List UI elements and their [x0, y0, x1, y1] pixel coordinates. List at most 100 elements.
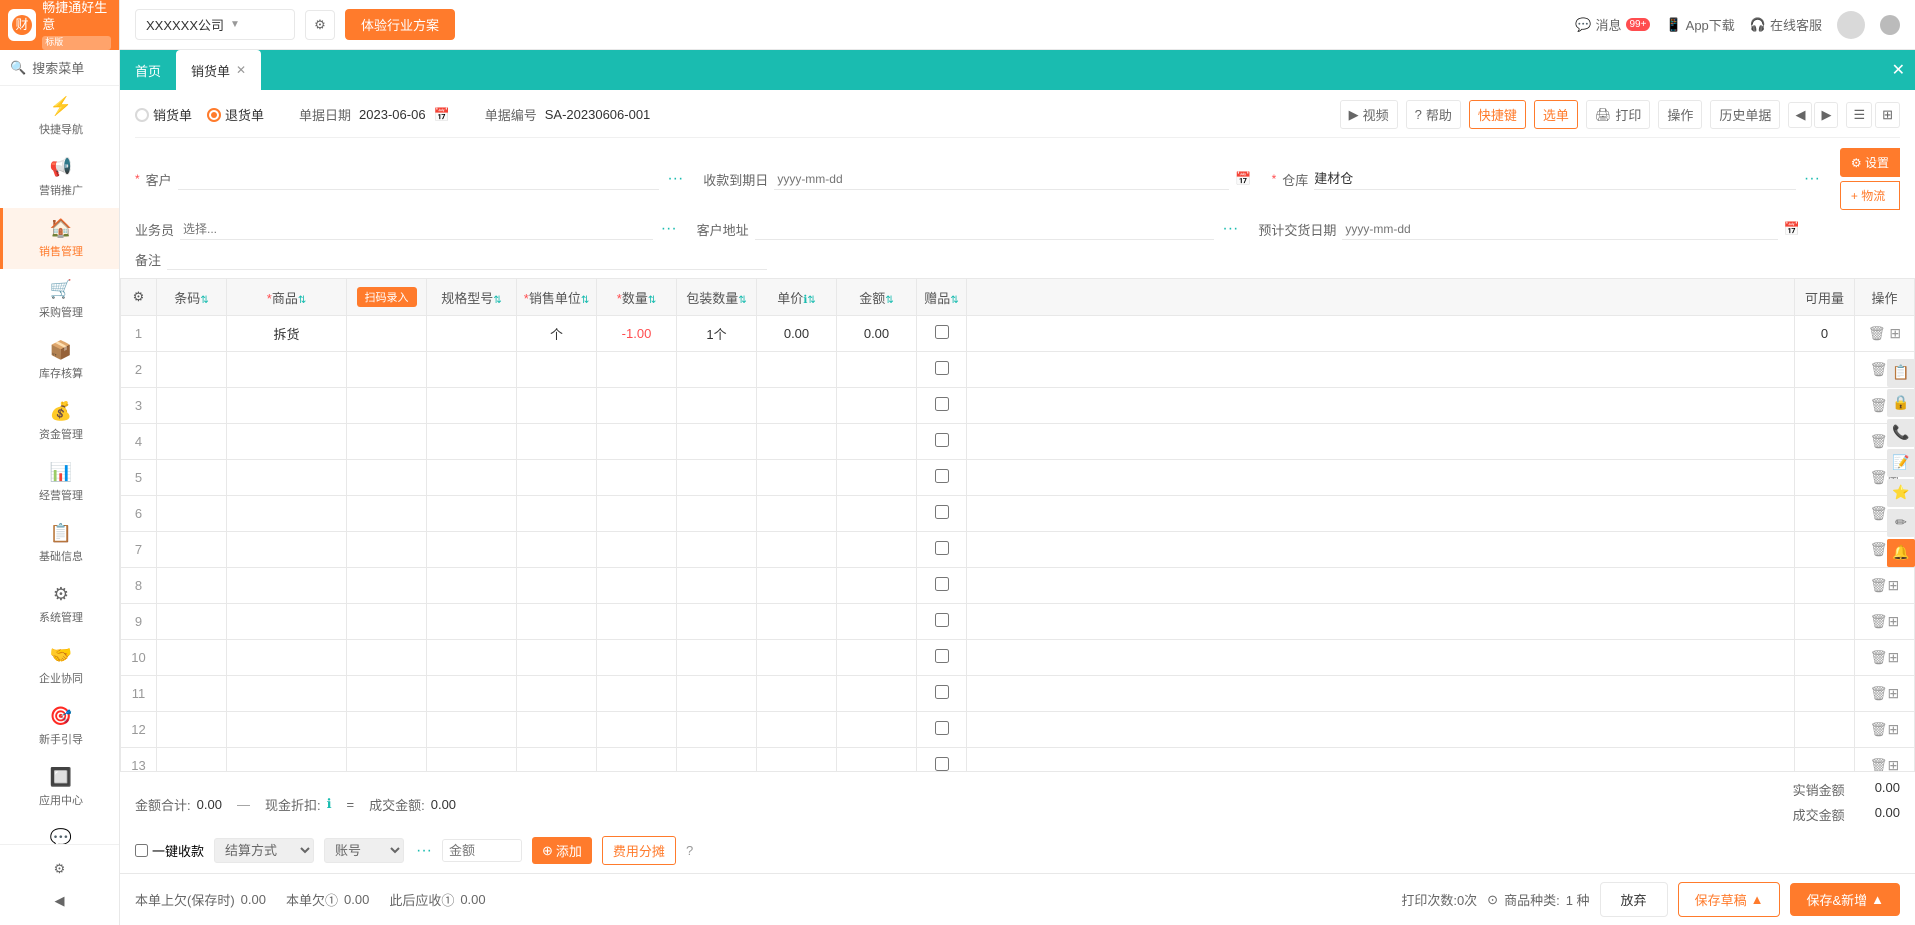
customer-select-icon[interactable]: ··· — [667, 170, 683, 188]
row-1-copy-btn[interactable]: ⊞ — [1889, 325, 1901, 341]
next-record-btn[interactable]: ▶ — [1814, 102, 1838, 128]
rfloat-star-btn[interactable]: ⭐ — [1887, 479, 1915, 507]
sidebar-item-marketing[interactable]: 📢 营销推广 — [0, 147, 119, 208]
sidebar-item-shortcuts[interactable]: ⚡ 快捷导航 — [0, 86, 119, 147]
user-avatar-2[interactable] — [1880, 15, 1900, 35]
scan-input-btn[interactable]: 扫码录入 — [357, 287, 417, 307]
account-select[interactable]: 账号 — [324, 838, 404, 863]
rfloat-lock-btn[interactable]: 🔒 — [1887, 389, 1915, 417]
rfloat-notes-btn[interactable]: 📋 — [1887, 359, 1915, 387]
sidebar-item-sales[interactable]: 🏠 销售管理 — [0, 208, 119, 269]
print-btn[interactable]: 🖨 打印 — [1586, 100, 1651, 129]
expense-split-button[interactable]: 费用分摊 — [602, 836, 676, 865]
receive-date-input[interactable] — [774, 169, 1229, 190]
sidebar-item-purchase[interactable]: 🛒 采购管理 — [0, 269, 119, 330]
try-industry-button[interactable]: 体验行业方案 — [345, 9, 455, 40]
logistics-side-btn[interactable]: + 物流 — [1840, 181, 1900, 210]
video-icon: ▶ — [1349, 107, 1359, 123]
sidebar-item-business[interactable]: 📊 经营管理 — [0, 452, 119, 513]
radio-sales[interactable]: 销货单 — [135, 105, 192, 124]
table-row: 3🗑⊞ — [121, 388, 1915, 424]
row-1-qty[interactable]: -1.00 — [597, 316, 677, 352]
salesperson-input[interactable] — [180, 219, 653, 240]
shortcut-btn[interactable]: 快捷键 — [1469, 100, 1526, 129]
deal-value: 0.00 — [431, 797, 456, 812]
operation-btn[interactable]: 操作 — [1658, 100, 1702, 129]
save-draft-button[interactable]: 保存草稿 ▲ — [1678, 882, 1781, 917]
warehouse-input[interactable]: 建材仓 — [1314, 168, 1796, 190]
message-button[interactable]: 💬 消息 99+ — [1575, 15, 1650, 34]
sidebar-item-inventory[interactable]: 📦 库存核算 — [0, 330, 119, 391]
sidebar-collapse[interactable]: ◀ — [0, 885, 119, 917]
one-click-pay-checkbox[interactable] — [135, 844, 148, 857]
account-dots-icon[interactable]: ··· — [416, 842, 432, 860]
discount-info-icon[interactable]: ℹ — [327, 796, 332, 812]
row-1-unit[interactable]: 个 — [517, 316, 597, 352]
save-new-button[interactable]: 保存&新增 ▲ — [1790, 883, 1900, 916]
row-1-delete-btn[interactable]: 🗑 — [1868, 325, 1886, 341]
receive-date-calendar-icon[interactable]: 📅 — [1235, 171, 1251, 187]
sidebar-item-system[interactable]: ⚙ 系统管理 — [0, 574, 119, 635]
amount-input[interactable] — [442, 839, 522, 862]
calendar-icon[interactable]: 📅 — [434, 107, 450, 123]
col-gift: 赠品⇅ — [917, 279, 967, 316]
help-btn[interactable]: ? 帮助 — [1406, 100, 1461, 129]
expense-help-icon[interactable]: ? — [686, 843, 693, 858]
sidebar-item-finance[interactable]: 💰 资金管理 — [0, 391, 119, 452]
rfloat-edit-btn[interactable]: 📝 — [1887, 449, 1915, 477]
salesperson-select-icon[interactable]: ··· — [661, 220, 677, 238]
sidebar-item-wechat[interactable]: 💬 企业微信 — [0, 818, 119, 844]
settings-button[interactable]: ⚙ — [305, 10, 335, 40]
col-settings[interactable]: ⚙ — [121, 279, 157, 316]
sidebar-item-guide[interactable]: 🎯 新手引导 — [0, 696, 119, 757]
col-scan[interactable]: 扫码录入 — [347, 279, 427, 316]
search-menu[interactable]: 🔍 搜索菜单 — [0, 50, 119, 86]
row-1-gift[interactable] — [917, 316, 967, 352]
row-1-amount[interactable]: 0.00 — [837, 316, 917, 352]
rfloat-phone-btn[interactable]: 📞 — [1887, 419, 1915, 447]
rfloat-pencil-btn[interactable]: ✏ — [1887, 509, 1915, 537]
row-1-price[interactable]: 0.00 — [757, 316, 837, 352]
rfloat-alert-btn[interactable]: 🔔 — [1887, 539, 1915, 567]
col-qty: *数量⇅ — [597, 279, 677, 316]
prev-record-btn[interactable]: ◀ — [1788, 102, 1812, 128]
delivery-date-calendar-icon[interactable]: 📅 — [1784, 221, 1800, 237]
row-1-pkg-qty[interactable]: 1个 — [677, 316, 757, 352]
row-1-product[interactable]: 拆货 — [227, 316, 347, 352]
one-click-pay-check[interactable]: 一键收款 — [135, 841, 204, 860]
customer-input[interactable] — [178, 168, 660, 190]
app-download-button[interactable]: 📱 App下载 — [1665, 15, 1734, 34]
warehouse-select-icon[interactable]: ··· — [1804, 170, 1820, 188]
print-count: 打印次数:0次 — [1401, 890, 1477, 909]
sidebar-settings[interactable]: ⚙ — [0, 853, 119, 885]
tab-sales-order[interactable]: 销货单 ✕ — [176, 50, 261, 90]
sidebar-item-basic[interactable]: 📋 基础信息 — [0, 513, 119, 574]
radio-return[interactable]: 退货单 — [207, 105, 264, 124]
add-payment-button[interactable]: ⊕ 添加 — [532, 837, 592, 864]
video-btn[interactable]: ▶ 视频 — [1340, 100, 1398, 129]
sidebar-item-collab[interactable]: 🤝 企业协同 — [0, 635, 119, 696]
row-1-gift-checkbox[interactable] — [935, 325, 949, 339]
discard-button[interactable]: 放弃 — [1600, 882, 1668, 917]
customer-addr-input[interactable] — [755, 218, 1215, 240]
user-avatar[interactable] — [1837, 11, 1865, 39]
actual-amount-label: 实销金额 — [1793, 780, 1845, 799]
delivery-date-input[interactable] — [1342, 219, 1777, 240]
pay-method-select[interactable]: 结算方式 — [214, 838, 314, 863]
tab-home[interactable]: 首页 — [120, 50, 176, 90]
grid-view-btn[interactable]: ⊞ — [1875, 102, 1900, 128]
row-1-barcode[interactable] — [157, 316, 227, 352]
online-service-button[interactable]: 🎧 在线客服 — [1750, 15, 1822, 34]
settings-side-btn[interactable]: ⚙ 设置 — [1840, 148, 1900, 177]
company-selector[interactable]: XXXXXX公司 ▼ — [135, 9, 295, 40]
list-view-btn[interactable]: ☰ — [1846, 102, 1872, 128]
note-input[interactable] — [167, 248, 767, 270]
tab-close-icon[interactable]: ✕ — [236, 63, 246, 77]
history-btn[interactable]: 历史单据 — [1710, 100, 1780, 129]
row-1-spec[interactable] — [427, 316, 517, 352]
close-all-tabs-button[interactable]: ✕ — [1892, 60, 1905, 80]
select-btn[interactable]: 选单 — [1534, 100, 1578, 129]
addr-select-icon[interactable]: ··· — [1222, 220, 1238, 238]
sidebar-item-apps[interactable]: 🔲 应用中心 — [0, 757, 119, 818]
discount-label: 现金折扣: — [265, 795, 321, 814]
